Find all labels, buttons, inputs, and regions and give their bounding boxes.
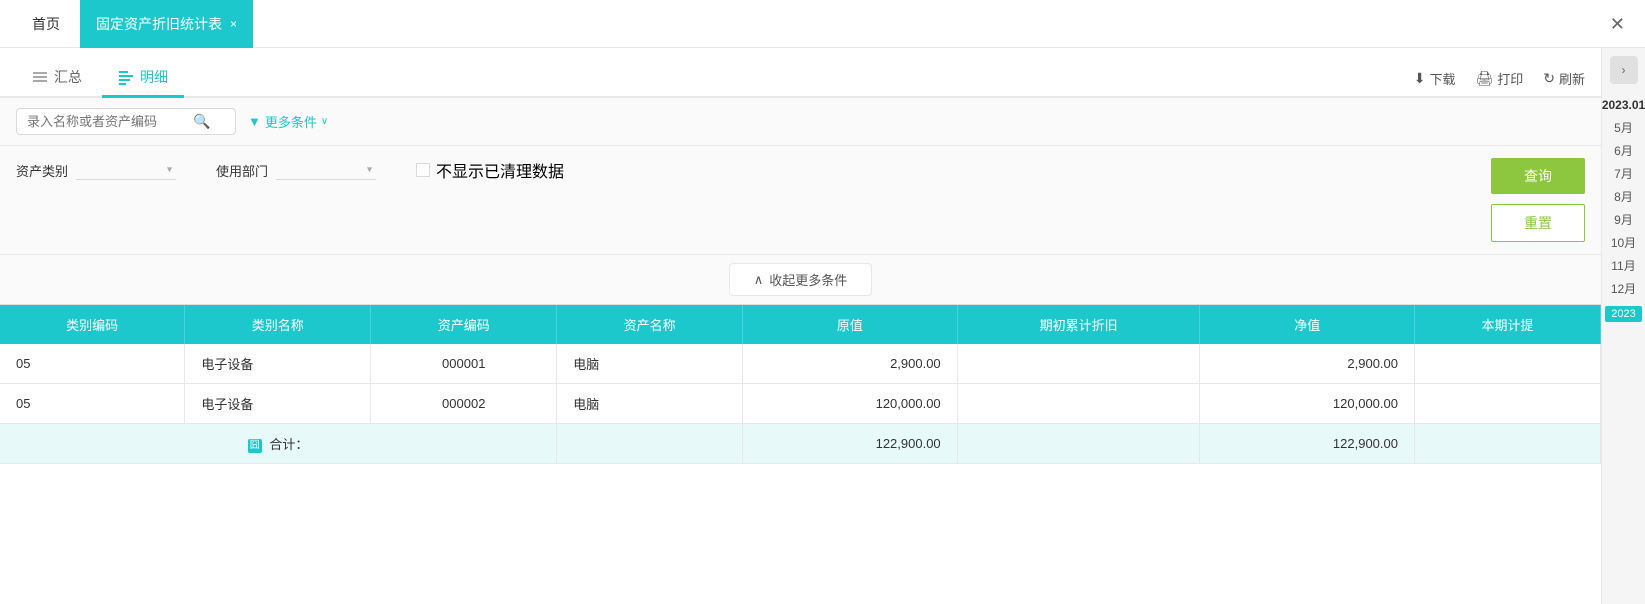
table-header-row: 类别编码 类别名称 资产编码 资产名称 原值 期初累计折旧 净值 本期计提 [0,305,1601,344]
query-button[interactable]: 查询 [1491,158,1585,194]
summary-current-period [1415,424,1601,464]
filter-icon: ▼ [248,114,261,129]
download-button[interactable]: ⬇ 下载 [1414,69,1456,88]
cell-net-value: 2,900.00 [1200,344,1415,384]
search-input[interactable] [27,114,187,129]
sidebar-month[interactable]: 8月 [1607,185,1640,208]
tab-detail-label: 明细 [140,67,168,87]
search-input-wrap[interactable]: 🔍 [16,108,236,135]
collapse-bar: ∧ 收起更多条件 [0,255,1601,305]
col-asset-name: 资产名称 [557,305,743,344]
reset-button[interactable]: 重置 [1491,204,1585,242]
right-sidebar: › 2023.01 5月6月7月8月9月10月11月12月 2023 [1601,48,1645,604]
sidebar-month[interactable]: 6月 [1607,139,1640,162]
refresh-button[interactable]: ↻ 刷新 [1543,69,1585,88]
summary-icon [32,69,48,85]
tab-close-icon[interactable]: × [230,17,237,31]
sidebar-month[interactable]: 12月 [1607,277,1640,300]
cell-category-code: 05 [0,384,185,424]
hide-cleared-label: 不显示已清理数据 [436,158,564,182]
hide-cleared-group: 不显示已清理数据 [416,158,564,182]
summary-row: 囧 合计： 122,900.00 122,900.00 [0,424,1601,464]
chevron-up-icon: ∧ [754,272,764,288]
print-icon: 🖨 [1475,70,1493,87]
summary-icon: 囧 [248,439,262,453]
table-row: 05 电子设备 000002 电脑 120,000.00 120,000.00 [0,384,1601,424]
col-category-code: 类别编码 [0,305,185,344]
collapse-button[interactable]: ∧ 收起更多条件 [729,263,873,296]
search-icon: 🔍 [193,113,210,130]
data-table-wrap: 类别编码 类别名称 资产编码 资产名称 原值 期初累计折旧 净值 本期计提 05… [0,305,1601,604]
refresh-label: 刷新 [1559,69,1585,88]
data-table: 类别编码 类别名称 资产编码 资产名称 原值 期初累计折旧 净值 本期计提 05… [0,305,1601,464]
col-current-period: 本期计提 [1415,305,1601,344]
col-asset-code: 资产编码 [371,305,557,344]
more-conditions-label: 更多条件 [265,112,317,131]
cell-category-code: 05 [0,344,185,384]
print-button[interactable]: 🖨 打印 [1475,69,1523,88]
cell-category-name: 电子设备 [185,384,371,424]
cell-current-period [1415,344,1601,384]
cell-net-value: 120,000.00 [1200,384,1415,424]
cell-asset-name: 电脑 [557,384,743,424]
cell-asset-code: 000002 [371,384,557,424]
sidebar-month[interactable]: 11月 [1607,254,1640,277]
summary-asset-name [557,424,743,464]
table-row: 05 电子设备 000001 电脑 2,900.00 2,900.00 [0,344,1601,384]
use-department-select[interactable] [276,160,376,180]
tab-detail[interactable]: 明细 [102,59,184,98]
more-conditions-button[interactable]: ▼ 更多条件 ∨ [248,112,328,131]
use-department-filter: 使用部门 ▾ [216,160,376,180]
sidebar-expand-button[interactable]: › [1610,56,1638,84]
cell-asset-name: 电脑 [557,344,743,384]
refresh-icon: ↻ [1543,70,1555,87]
col-original-value: 原值 [743,305,958,344]
use-department-label: 使用部门 [216,161,268,180]
tab-summary-label: 汇总 [54,67,82,87]
cell-accumulated-depreciation [957,344,1200,384]
cell-current-period [1415,384,1601,424]
filter-area: 资产类别 ▾ 使用部门 ▾ [0,146,1601,255]
print-label: 打印 [1497,69,1523,88]
tab-summary[interactable]: 汇总 [16,59,98,98]
cell-original-value: 120,000.00 [743,384,958,424]
cell-asset-code: 000001 [371,344,557,384]
hide-cleared-checkbox[interactable] [416,163,430,177]
cell-accumulated-depreciation [957,384,1200,424]
download-icon: ⬇ [1414,70,1426,87]
tab-label: 固定资产折旧统计表 [96,14,222,34]
asset-category-label: 资产类别 [16,161,68,180]
home-tab[interactable]: 首页 [16,0,76,48]
search-bar: 🔍 ▼ 更多条件 ∨ [0,98,1601,146]
download-label: 下载 [1429,69,1455,88]
chevron-down-icon: ∨ [321,116,328,127]
col-net-value: 净值 [1200,305,1415,344]
window-close-icon[interactable]: ✕ [1610,14,1625,35]
summary-net-value: 122,900.00 [1200,424,1415,464]
summary-accumulated [957,424,1200,464]
sidebar-month[interactable]: 9月 [1607,208,1640,231]
asset-category-filter: 资产类别 ▾ [16,160,176,180]
summary-original-value: 122,900.00 [743,424,958,464]
col-accumulated-depreciation: 期初累计折旧 [957,305,1200,344]
tab-bar: 汇总 明细 ⬇ 下载 🖨 打印 ↻ [0,48,1601,98]
col-category-name: 类别名称 [185,305,371,344]
main-tab[interactable]: 固定资产折旧统计表 × [80,0,253,48]
collapse-label: 收起更多条件 [769,270,847,289]
sidebar-year: 2023.01 [1598,96,1645,114]
sidebar-month[interactable]: 10月 [1607,231,1640,254]
sidebar-month[interactable]: 7月 [1607,162,1640,185]
cell-original-value: 2,900.00 [743,344,958,384]
cell-category-name: 电子设备 [185,344,371,384]
detail-icon [118,69,134,85]
year-badge[interactable]: 2023 [1605,306,1641,322]
asset-category-select[interactable] [76,160,176,180]
sidebar-month[interactable]: 5月 [1607,116,1640,139]
summary-label-cell: 囧 合计： [0,424,557,464]
